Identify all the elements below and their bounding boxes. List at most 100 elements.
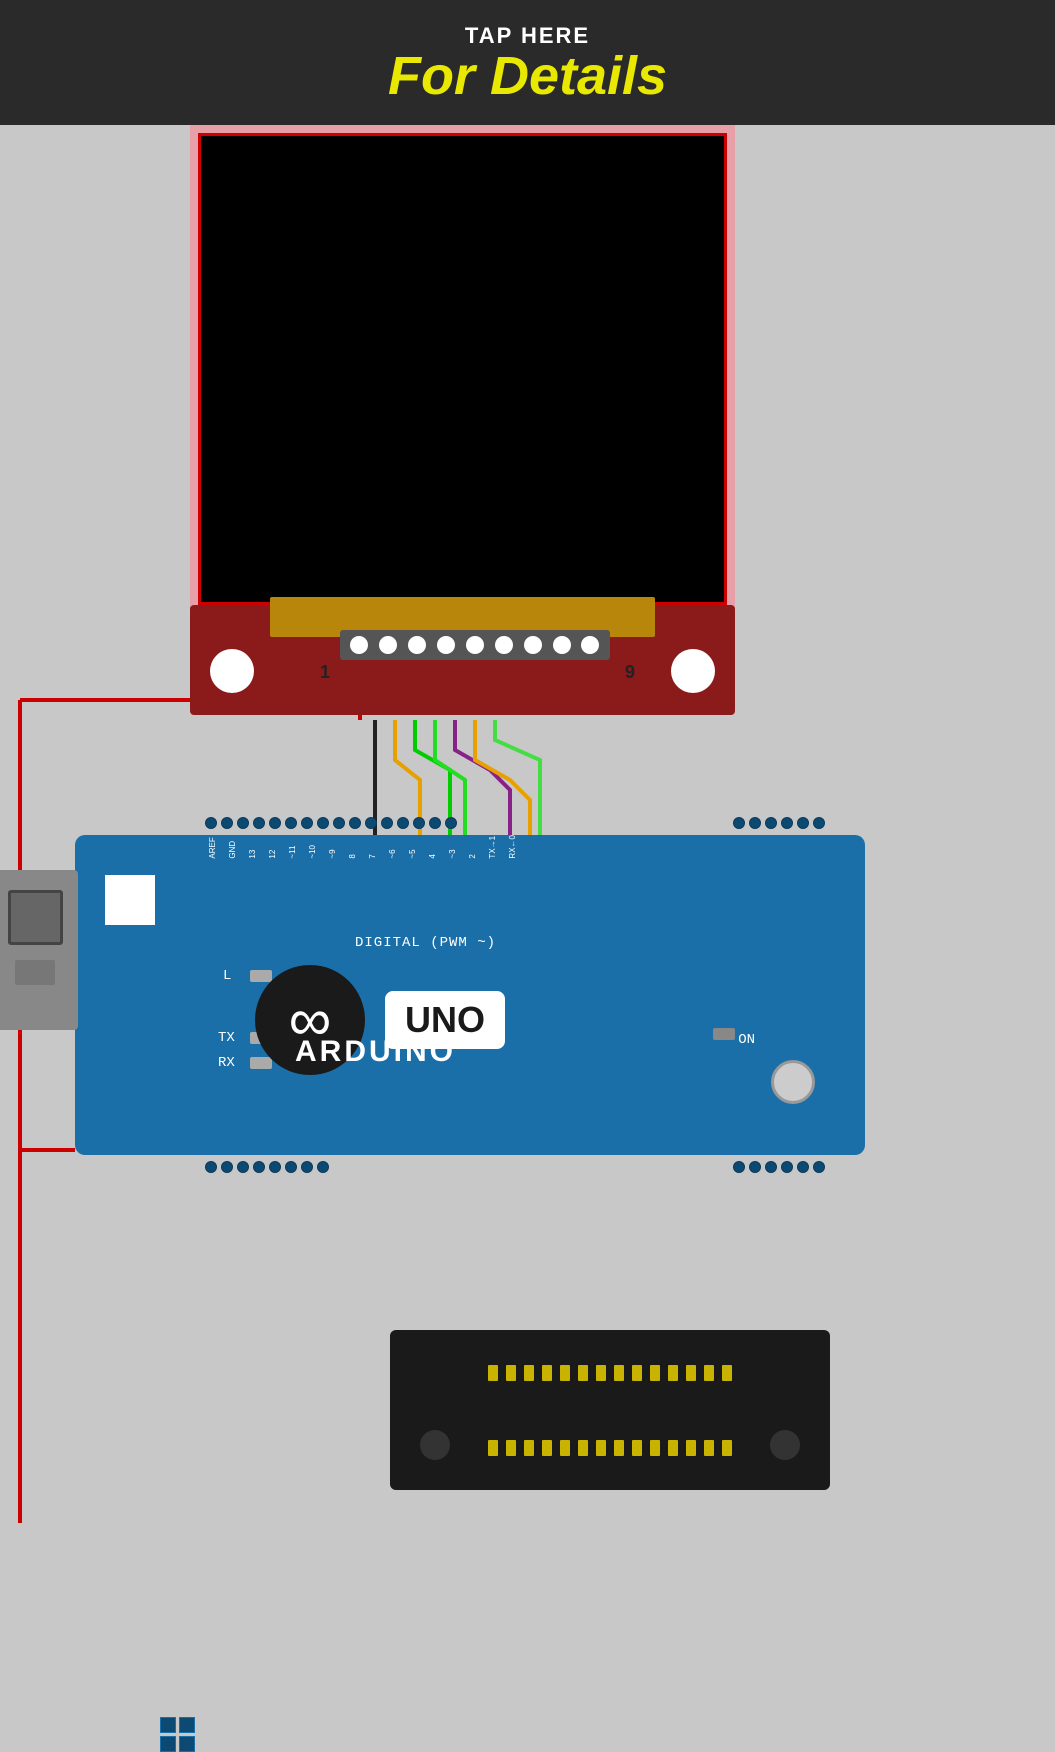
pin-label-9: 9 xyxy=(625,662,635,683)
label-4: 4 xyxy=(425,835,441,859)
label-aref: AREF xyxy=(205,835,221,859)
chip-pin-b2 xyxy=(506,1440,516,1456)
chip-pin-t3 xyxy=(524,1365,534,1381)
label-5: ~5 xyxy=(405,835,421,859)
chip-pin-t14 xyxy=(722,1365,732,1381)
chip-pin-b4 xyxy=(542,1440,552,1456)
chip-notch-left xyxy=(420,1430,450,1460)
pin-labels: AREF GND 13 12 ~11 ~10 ~9 8 7 ~6 ~5 4 ~3… xyxy=(205,835,521,859)
label-9: ~9 xyxy=(325,835,341,859)
label-7: 7 xyxy=(365,835,381,859)
chip-pins-top xyxy=(488,1365,732,1381)
chip-notch-right xyxy=(770,1430,800,1460)
label-on: ON xyxy=(738,1032,755,1048)
chip-pin-t7 xyxy=(596,1365,606,1381)
rpin-6 xyxy=(813,817,825,829)
chip-pin-b3 xyxy=(524,1440,534,1456)
arduino-board: AREF GND 13 12 ~11 ~10 ~9 8 7 ~6 ~5 4 ~3… xyxy=(75,835,865,1155)
digital-pin-header xyxy=(205,817,457,829)
arduino-brand: ARDUINO xyxy=(295,1035,456,1068)
chip-pin-t11 xyxy=(668,1365,678,1381)
apin-4 xyxy=(781,1161,793,1173)
label-6: ~6 xyxy=(385,835,401,859)
pin-4 xyxy=(381,817,393,829)
chip-pin-t6 xyxy=(578,1365,588,1381)
chip-pin-b10 xyxy=(650,1440,660,1456)
rpin-2 xyxy=(749,817,761,829)
pin-9 xyxy=(581,636,599,654)
chip-pin-t5 xyxy=(560,1365,570,1381)
label-3: ~3 xyxy=(445,835,461,859)
usb-port xyxy=(8,890,63,945)
usb-connector-area xyxy=(0,870,78,1030)
apin-3 xyxy=(765,1161,777,1173)
power-led xyxy=(713,1028,735,1040)
alpin-3 xyxy=(237,1161,249,1173)
pin-aref xyxy=(205,817,217,829)
rpin-3 xyxy=(765,817,777,829)
alpin-7 xyxy=(301,1161,313,1173)
rpin-5 xyxy=(797,817,809,829)
display-screen xyxy=(198,133,727,605)
tft-display-module: 1 9 xyxy=(190,125,735,715)
power-connector xyxy=(15,960,55,985)
chip-pin-b8 xyxy=(614,1440,624,1456)
label-rx: RX xyxy=(218,1055,235,1071)
label-13: 13 xyxy=(245,835,261,859)
apin-2 xyxy=(749,1161,761,1173)
pin-label-1: 1 xyxy=(320,662,330,683)
pin-12 xyxy=(253,817,265,829)
for-details-text: For Details xyxy=(388,49,667,103)
tap-here-banner[interactable]: TAP HERE For Details xyxy=(0,0,1055,125)
rpin-1 xyxy=(733,817,745,829)
pin-5 xyxy=(466,636,484,654)
label-11: ~11 xyxy=(285,835,301,859)
chip-pin-b9 xyxy=(632,1440,642,1456)
label-l: L xyxy=(223,968,231,984)
chip-pin-t2 xyxy=(506,1365,516,1381)
analog-pin-header xyxy=(733,1161,825,1173)
mount-hole-left xyxy=(210,649,254,693)
arduino-text-area: ARDUINO xyxy=(295,1035,456,1069)
pin-5 xyxy=(365,817,377,829)
pin-13 xyxy=(237,817,249,829)
tft-pcb: 1 9 xyxy=(190,605,735,715)
sq2 xyxy=(179,1717,195,1733)
pin-gnd xyxy=(221,817,233,829)
pin-9 xyxy=(301,817,313,829)
chip-pins-bottom xyxy=(488,1440,732,1456)
pin-6 xyxy=(495,636,513,654)
label-12: 12 xyxy=(265,835,281,859)
sq4 xyxy=(179,1736,195,1752)
chip-pin-t4 xyxy=(542,1365,552,1381)
chip-pin-b5 xyxy=(560,1440,570,1456)
pin-rx0 xyxy=(445,817,457,829)
pin-11 xyxy=(269,817,281,829)
label-2: 2 xyxy=(465,835,481,859)
alpin-4 xyxy=(253,1161,265,1173)
label-10: ~10 xyxy=(305,835,321,859)
chip-pin-t12 xyxy=(686,1365,696,1381)
label-gnd: GND xyxy=(225,835,241,859)
pin-4 xyxy=(437,636,455,654)
label-tx1: TX→1 xyxy=(485,835,501,859)
ic-chip xyxy=(390,1330,830,1490)
apin-5 xyxy=(797,1161,809,1173)
chip-pin-t8 xyxy=(614,1365,624,1381)
pin-7 xyxy=(333,817,345,829)
alpin-8 xyxy=(317,1161,329,1173)
chip-pin-b6 xyxy=(578,1440,588,1456)
digital-label: DIGITAL (PWM ~) xyxy=(355,935,496,951)
chip-pin-b14 xyxy=(722,1440,732,1456)
pin-3 xyxy=(408,636,426,654)
chip-pin-b11 xyxy=(668,1440,678,1456)
label-rx0: RX←0 xyxy=(505,835,521,859)
rpin-4 xyxy=(781,817,793,829)
reset-button[interactable] xyxy=(771,1060,815,1104)
pin-8 xyxy=(317,817,329,829)
apin-1 xyxy=(733,1161,745,1173)
chip-pin-b12 xyxy=(686,1440,696,1456)
pin-header-strip xyxy=(340,630,610,660)
chip-pin-t1 xyxy=(488,1365,498,1381)
sq3 xyxy=(160,1736,176,1752)
